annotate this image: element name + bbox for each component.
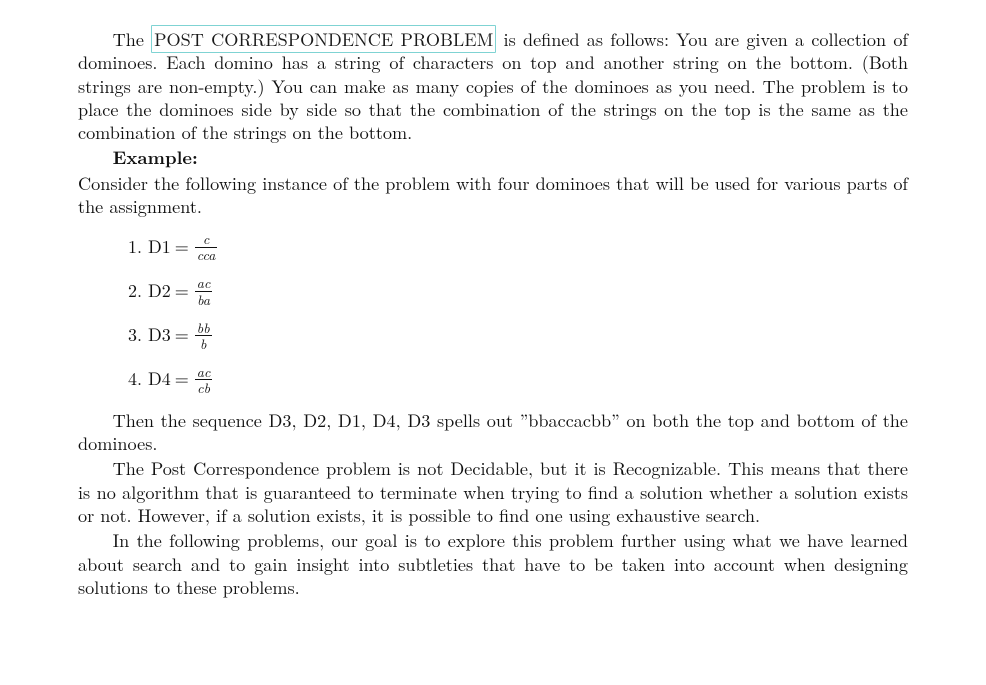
- domino-fraction: ac ba: [195, 276, 213, 306]
- domino-bottom: cb: [195, 380, 213, 395]
- domino-bottom: cca: [195, 248, 218, 263]
- domino-item-1: D1 = c cca: [148, 232, 908, 262]
- domino-fraction: bb b: [195, 321, 212, 351]
- domino-item-4: D4 = ac cb: [148, 365, 908, 395]
- domino-name: D1: [148, 237, 171, 258]
- domino-item-2: D2 = ac ba: [148, 276, 908, 306]
- sequence-paragraph: Then the sequence D3, D2, D1, D4, D3 spe…: [78, 409, 908, 456]
- intro-text-a: The: [113, 26, 152, 52]
- domino-bottom: ba: [195, 292, 213, 307]
- example-intro: Consider the following instance of the p…: [78, 172, 908, 219]
- equals-sign: =: [175, 281, 189, 302]
- domino-name: D4: [148, 369, 171, 390]
- example-label: Example:: [113, 144, 198, 170]
- domino-bottom: b: [195, 336, 212, 351]
- page: The POST CORRESPONDENCE PROBLEM is defin…: [0, 0, 986, 621]
- goal-paragraph: In the following problems, our goal is t…: [78, 529, 908, 599]
- domino-fraction: ac cb: [195, 365, 213, 395]
- intro-paragraph: The POST CORRESPONDENCE PROBLEM is defin…: [78, 28, 908, 144]
- domino-name: D3: [148, 325, 171, 346]
- equals-sign: =: [175, 369, 189, 390]
- example-heading-line: Example:: [78, 146, 908, 169]
- decidability-paragraph: The Post Correspondence problem is not D…: [78, 457, 908, 527]
- domino-item-3: D3 = bb b: [148, 321, 908, 351]
- domino-name: D2: [148, 281, 171, 302]
- equals-sign: =: [175, 325, 189, 346]
- equals-sign: =: [175, 237, 189, 258]
- domino-list: D1 = c cca D2 = ac ba D3 =: [78, 232, 908, 394]
- domino-fraction: c cca: [195, 232, 218, 262]
